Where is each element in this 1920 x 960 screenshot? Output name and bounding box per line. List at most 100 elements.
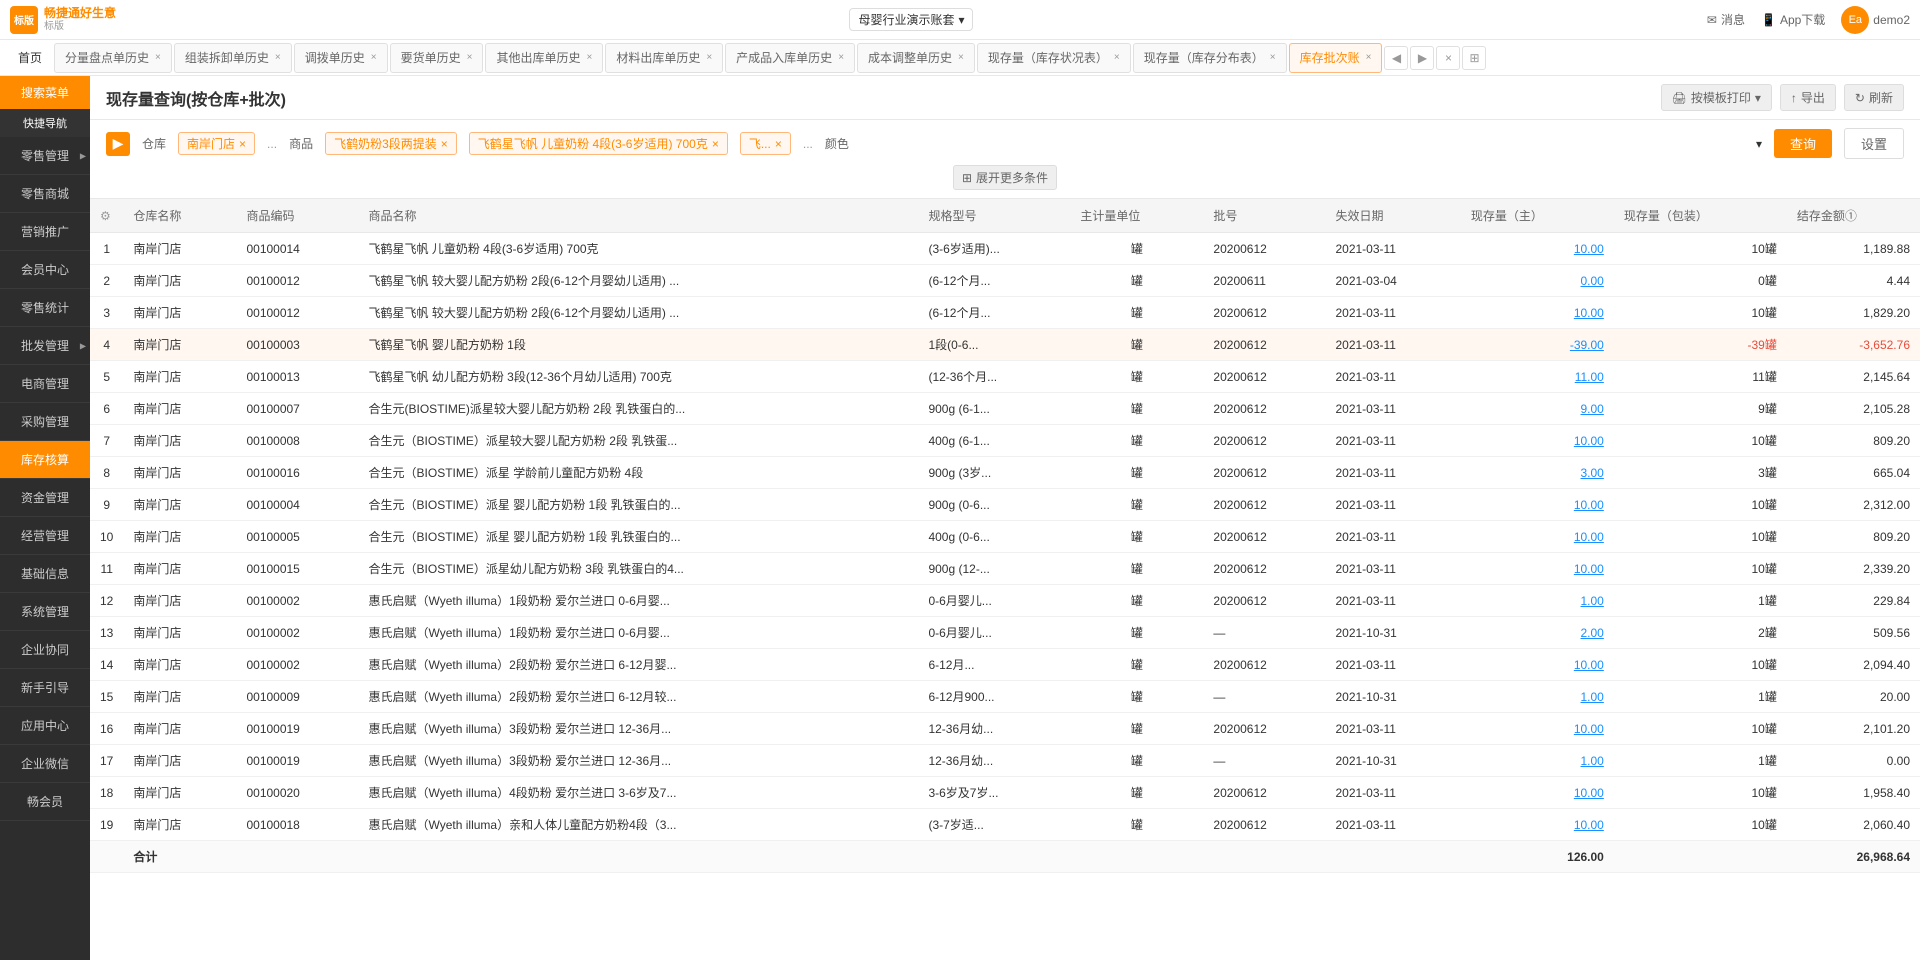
- tab-cai-liao[interactable]: 材料出库单历史 ×: [605, 43, 723, 73]
- tab-close-icon[interactable]: ×: [1366, 52, 1372, 63]
- cell-qty-main[interactable]: 10.00: [1461, 713, 1614, 745]
- tab-close-icon[interactable]: ×: [1114, 52, 1120, 63]
- sidebar-item-caigou[interactable]: 采购管理: [0, 403, 90, 441]
- cell-qty-main[interactable]: 1.00: [1461, 585, 1614, 617]
- tab-close-icon[interactable]: ×: [958, 52, 964, 63]
- sidebar-item-changhuy[interactable]: 畅会员: [0, 783, 90, 821]
- sidebar-item-huiyuan[interactable]: 会员中心: [0, 251, 90, 289]
- sidebar-item-lingshoushangcheng[interactable]: 零售商城: [0, 175, 90, 213]
- tab-diao-bo[interactable]: 调拨单历史 ×: [294, 43, 388, 73]
- sidebar-item-dianshang[interactable]: 电商管理: [0, 365, 90, 403]
- product-tag-close-3[interactable]: ×: [775, 137, 782, 151]
- product-filter-tag-2[interactable]: 飞鹤星飞帆 儿童奶粉 4段(3-6岁适用) 700克 ×: [469, 132, 728, 155]
- col-gear[interactable]: ⚙: [90, 199, 123, 233]
- tab-xian-cun-fen[interactable]: 现存量（库存分布表） ×: [1133, 43, 1287, 73]
- tab-menu[interactable]: ⊞: [1462, 46, 1486, 70]
- cell-warehouse: 南岸门店: [123, 425, 236, 457]
- product-filter-tag-3[interactable]: 飞... ×: [740, 132, 791, 155]
- sidebar-item-xinshou[interactable]: 新手引导: [0, 669, 90, 707]
- cell-no: 13: [90, 617, 123, 649]
- sidebar-item-qiyewx[interactable]: 企业微信: [0, 745, 90, 783]
- product-more[interactable]: ...: [803, 137, 813, 151]
- sidebar-item-xitong[interactable]: 系统管理: [0, 593, 90, 631]
- sidebar-item-jingying[interactable]: 经营管理: [0, 517, 90, 555]
- sidebar-item-yingyong[interactable]: 应用中心: [0, 707, 90, 745]
- cell-qty-main[interactable]: 10.00: [1461, 553, 1614, 585]
- cell-amount: 2,312.00: [1787, 489, 1920, 521]
- sidebar-item-jichu[interactable]: 基础信息: [0, 555, 90, 593]
- product-tag-close-1[interactable]: ×: [441, 137, 448, 151]
- tab-yao-huo[interactable]: 要货单历史 ×: [390, 43, 484, 73]
- cell-unit: 罐: [1070, 617, 1203, 649]
- cell-qty-main[interactable]: -39.00: [1461, 329, 1614, 361]
- cell-code: 00100003: [236, 329, 358, 361]
- tab-nav-next[interactable]: ▶: [1410, 46, 1434, 70]
- cell-qty-main[interactable]: 10.00: [1461, 489, 1614, 521]
- tab-close-icon[interactable]: ×: [275, 52, 281, 63]
- warehouse-filter-tag[interactable]: 南岸门店 ×: [178, 132, 255, 155]
- warehouse-tag-close[interactable]: ×: [239, 137, 246, 151]
- cell-qty-main[interactable]: 10.00: [1461, 233, 1614, 265]
- sidebar-item-yingxiao[interactable]: 营销推广: [0, 213, 90, 251]
- cell-qty-main[interactable]: 10.00: [1461, 521, 1614, 553]
- filter-toggle-btn[interactable]: ▶: [106, 132, 130, 156]
- warehouse-more[interactable]: ...: [267, 137, 277, 151]
- cell-qty-main[interactable]: 1.00: [1461, 745, 1614, 777]
- cell-unit: 罐: [1070, 297, 1203, 329]
- cell-qty-main[interactable]: 2.00: [1461, 617, 1614, 649]
- sidebar-item-kucun[interactable]: 库存核算: [0, 441, 90, 479]
- cell-qty-main[interactable]: 10.00: [1461, 809, 1614, 841]
- cell-no: 2: [90, 265, 123, 297]
- cell-qty-main[interactable]: 10.00: [1461, 649, 1614, 681]
- tab-fen-pan[interactable]: 分量盘点单历史 ×: [54, 43, 172, 73]
- tab-cheng-ben[interactable]: 成本调整单历史 ×: [857, 43, 975, 73]
- sidebar-item-lingshoutj[interactable]: 零售统计: [0, 289, 90, 327]
- tab-close-icon[interactable]: ×: [586, 52, 592, 63]
- tab-zu-chai[interactable]: 组装拆卸单历史 ×: [174, 43, 292, 73]
- cell-qty-main[interactable]: 10.00: [1461, 297, 1614, 329]
- sidebar-item-zijin[interactable]: 资金管理: [0, 479, 90, 517]
- tab-nav-prev[interactable]: ◀: [1384, 46, 1408, 70]
- set-btn[interactable]: 设置: [1844, 128, 1904, 159]
- refresh-btn[interactable]: ↻ 刷新: [1844, 84, 1904, 111]
- tab-close-icon[interactable]: ×: [467, 52, 473, 63]
- query-btn[interactable]: 查询: [1774, 129, 1832, 158]
- product-tag-close-2[interactable]: ×: [712, 137, 719, 151]
- product-filter-tag-1[interactable]: 飞鹤奶粉3段两提装 ×: [325, 132, 457, 155]
- expand-filter-btn[interactable]: ⊞ 展开更多条件: [106, 165, 1904, 190]
- message-btn[interactable]: ✉ 消息: [1707, 11, 1745, 28]
- cell-qty-main[interactable]: 0.00: [1461, 265, 1614, 297]
- cell-qty-main[interactable]: 11.00: [1461, 361, 1614, 393]
- tab-close-all[interactable]: ×: [1436, 46, 1460, 70]
- cell-qty-main[interactable]: 10.00: [1461, 777, 1614, 809]
- cell-qty-main[interactable]: 9.00: [1461, 393, 1614, 425]
- sidebar-search-btn[interactable]: 搜索菜单: [0, 76, 90, 109]
- tab-ku-cun-pi[interactable]: 库存批次账 ×: [1289, 43, 1383, 73]
- template-print-btn[interactable]: 🖨 按模板打印 ▾: [1661, 84, 1772, 111]
- tab-close-icon[interactable]: ×: [371, 52, 377, 63]
- cell-qty-main[interactable]: 3.00: [1461, 457, 1614, 489]
- sidebar-item-pifagl[interactable]: 批发管理: [0, 327, 90, 365]
- tab-xian-cun-zhuang[interactable]: 现存量（库存状况表） ×: [977, 43, 1131, 73]
- column-settings-icon[interactable]: ⚙: [100, 209, 111, 223]
- tab-close-icon[interactable]: ×: [155, 52, 161, 63]
- cell-qty-main[interactable]: 10.00: [1461, 425, 1614, 457]
- cell-code: 00100005: [236, 521, 358, 553]
- tab-close-icon[interactable]: ×: [1270, 52, 1276, 63]
- export-btn[interactable]: ↑ 导出: [1780, 84, 1836, 111]
- tab-qi-ta-chu[interactable]: 其他出库单历史 ×: [485, 43, 603, 73]
- message-icon: ✉: [1707, 13, 1717, 27]
- tab-close-icon[interactable]: ×: [706, 52, 712, 63]
- tab-chan-pin[interactable]: 产成品入库单历史 ×: [725, 43, 855, 73]
- cell-name: 惠氏启赋（Wyeth illuma）2段奶粉 爱尔兰进口 6-12月婴...: [359, 649, 919, 681]
- cell-qty-main[interactable]: 1.00: [1461, 681, 1614, 713]
- app-download-btn[interactable]: 📱 App下载: [1761, 11, 1825, 28]
- sidebar-item-lingshouguan[interactable]: 零售管理: [0, 137, 90, 175]
- user-avatar[interactable]: Ea demo2: [1841, 6, 1910, 34]
- sidebar-quick-nav[interactable]: 快捷导航: [0, 109, 90, 137]
- tab-home[interactable]: 首页: [8, 43, 52, 73]
- sidebar-item-qiye[interactable]: 企业协同: [0, 631, 90, 669]
- tab-close-icon[interactable]: ×: [838, 52, 844, 63]
- account-selector[interactable]: 母婴行业演示账套 ▾: [849, 8, 973, 31]
- cell-warehouse: 南岸门店: [123, 265, 236, 297]
